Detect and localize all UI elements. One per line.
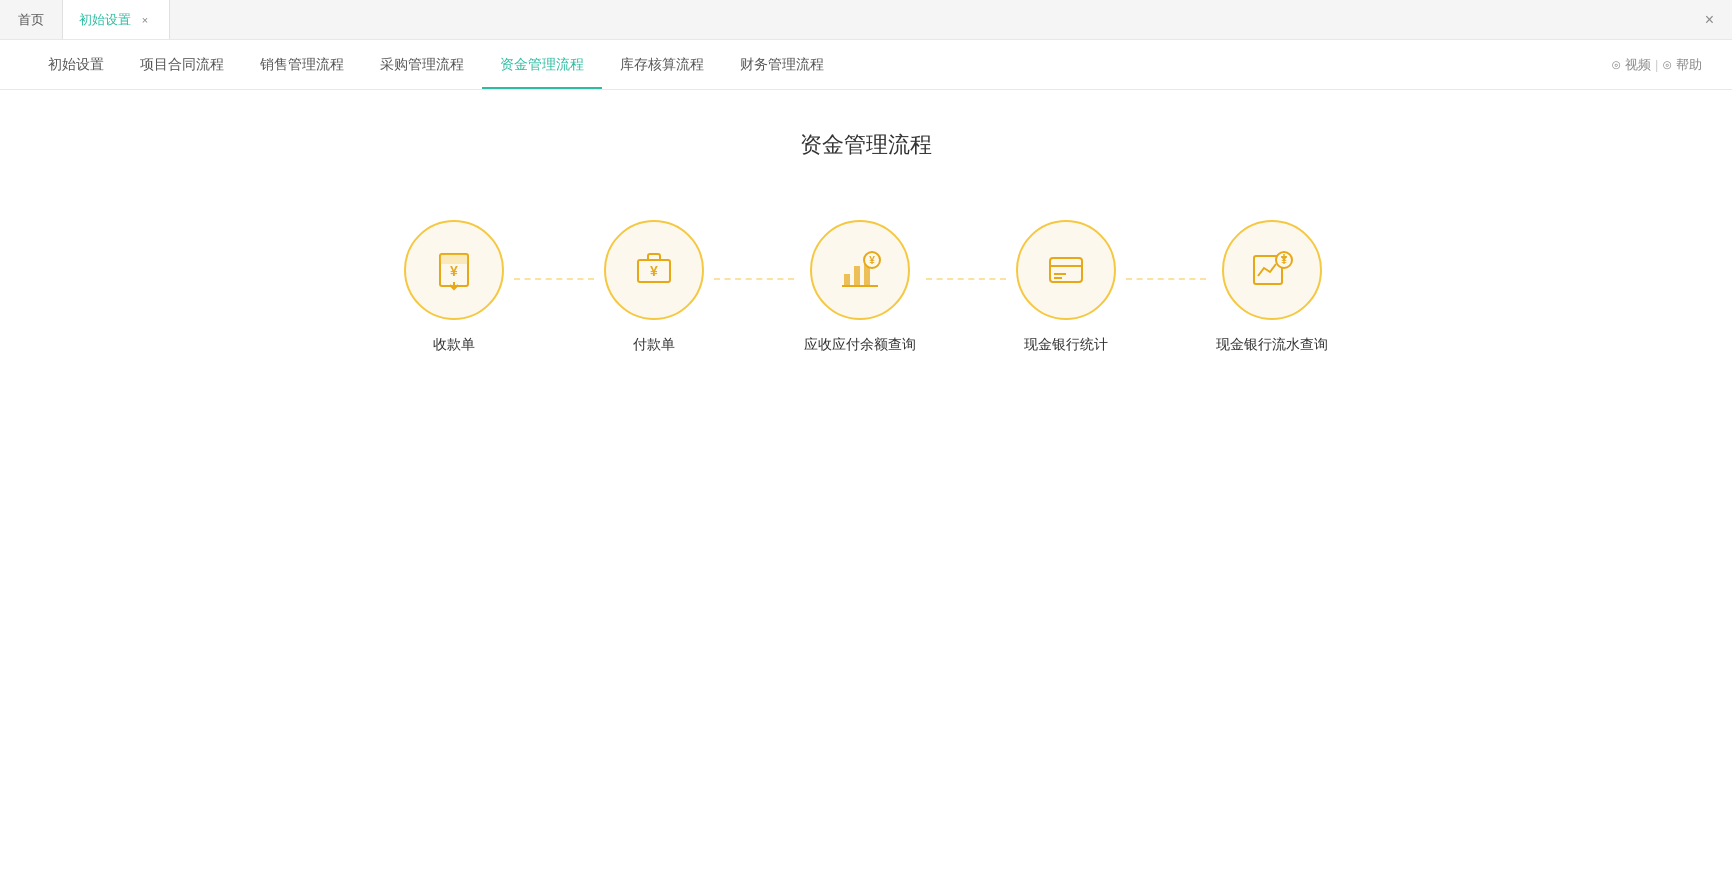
connector-2 xyxy=(704,278,804,280)
nav-right-divider: | xyxy=(1655,57,1658,72)
flow-circle-bank-flow: ¥ xyxy=(1222,220,1322,320)
active-tab[interactable]: 初始设置 × xyxy=(63,0,170,39)
nav-item-finance[interactable]: 财务管理流程 xyxy=(722,40,842,89)
flow-item-bank-stat[interactable]: 现金银行统计 xyxy=(1016,220,1116,354)
svg-text:¥: ¥ xyxy=(869,255,875,266)
bank-stat-icon xyxy=(1042,246,1090,294)
bank-flow-icon: ¥ xyxy=(1248,246,1296,294)
video-link[interactable]: ⊙ 视频 xyxy=(1611,56,1651,74)
nav-item-sales[interactable]: 销售管理流程 xyxy=(242,40,362,89)
top-bar: 首页 初始设置 × × xyxy=(0,0,1732,40)
flow-label-payment: 付款单 xyxy=(633,336,675,354)
flow-circle-payment: ¥ xyxy=(604,220,704,320)
connector-1 xyxy=(504,278,604,280)
flow-circle-bank-stat xyxy=(1016,220,1116,320)
window-close-button[interactable]: × xyxy=(1687,11,1732,29)
flow-item-balance[interactable]: ¥ 应收应付余额查询 xyxy=(804,220,916,354)
svg-text:¥: ¥ xyxy=(650,263,658,279)
receipt-receive-icon: ¥ xyxy=(430,246,478,294)
flow-item-bank-flow[interactable]: ¥ 现金银行流水查询 xyxy=(1216,220,1328,354)
flow-container: ¥ 收款单 ¥ 付款单 xyxy=(404,220,1328,354)
nav-item-funds[interactable]: 资金管理流程 xyxy=(482,40,602,89)
nav-bar: 初始设置 项目合同流程 销售管理流程 采购管理流程 资金管理流程 库存核算流程 … xyxy=(0,40,1732,90)
nav-item-inventory[interactable]: 库存核算流程 xyxy=(602,40,722,89)
nav-item-project-contract[interactable]: 项目合同流程 xyxy=(122,40,242,89)
flow-item-receipt[interactable]: ¥ 收款单 xyxy=(404,220,504,354)
home-tab[interactable]: 首页 xyxy=(0,0,63,39)
connector-3 xyxy=(916,278,1016,280)
flow-label-balance: 应收应付余额查询 xyxy=(804,336,916,354)
connector-4 xyxy=(1116,278,1216,280)
nav-right: ⊙ 视频 | ⊙ 帮助 xyxy=(1611,56,1702,74)
home-label: 首页 xyxy=(18,11,44,29)
svg-rect-7 xyxy=(854,266,860,286)
flow-item-payment[interactable]: ¥ 付款单 xyxy=(604,220,704,354)
flow-label-bank-flow: 现金银行流水查询 xyxy=(1216,336,1328,354)
help-link[interactable]: ⊙ 帮助 xyxy=(1662,56,1702,74)
nav-item-initial-setup[interactable]: 初始设置 xyxy=(30,40,122,89)
active-tab-label: 初始设置 xyxy=(79,11,131,29)
flow-circle-receipt: ¥ xyxy=(404,220,504,320)
close-tab-button[interactable]: × xyxy=(137,12,153,28)
main-content: 资金管理流程 ¥ 收款单 xyxy=(0,90,1732,354)
page-title: 资金管理流程 xyxy=(800,130,932,160)
svg-rect-6 xyxy=(844,274,850,286)
nav-item-purchase[interactable]: 采购管理流程 xyxy=(362,40,482,89)
flow-label-bank-stat: 现金银行统计 xyxy=(1024,336,1108,354)
svg-text:¥: ¥ xyxy=(450,263,458,279)
flow-circle-balance: ¥ xyxy=(810,220,910,320)
balance-query-icon: ¥ xyxy=(836,246,884,294)
receipt-pay-icon: ¥ xyxy=(630,246,678,294)
flow-label-receipt: 收款单 xyxy=(433,336,475,354)
